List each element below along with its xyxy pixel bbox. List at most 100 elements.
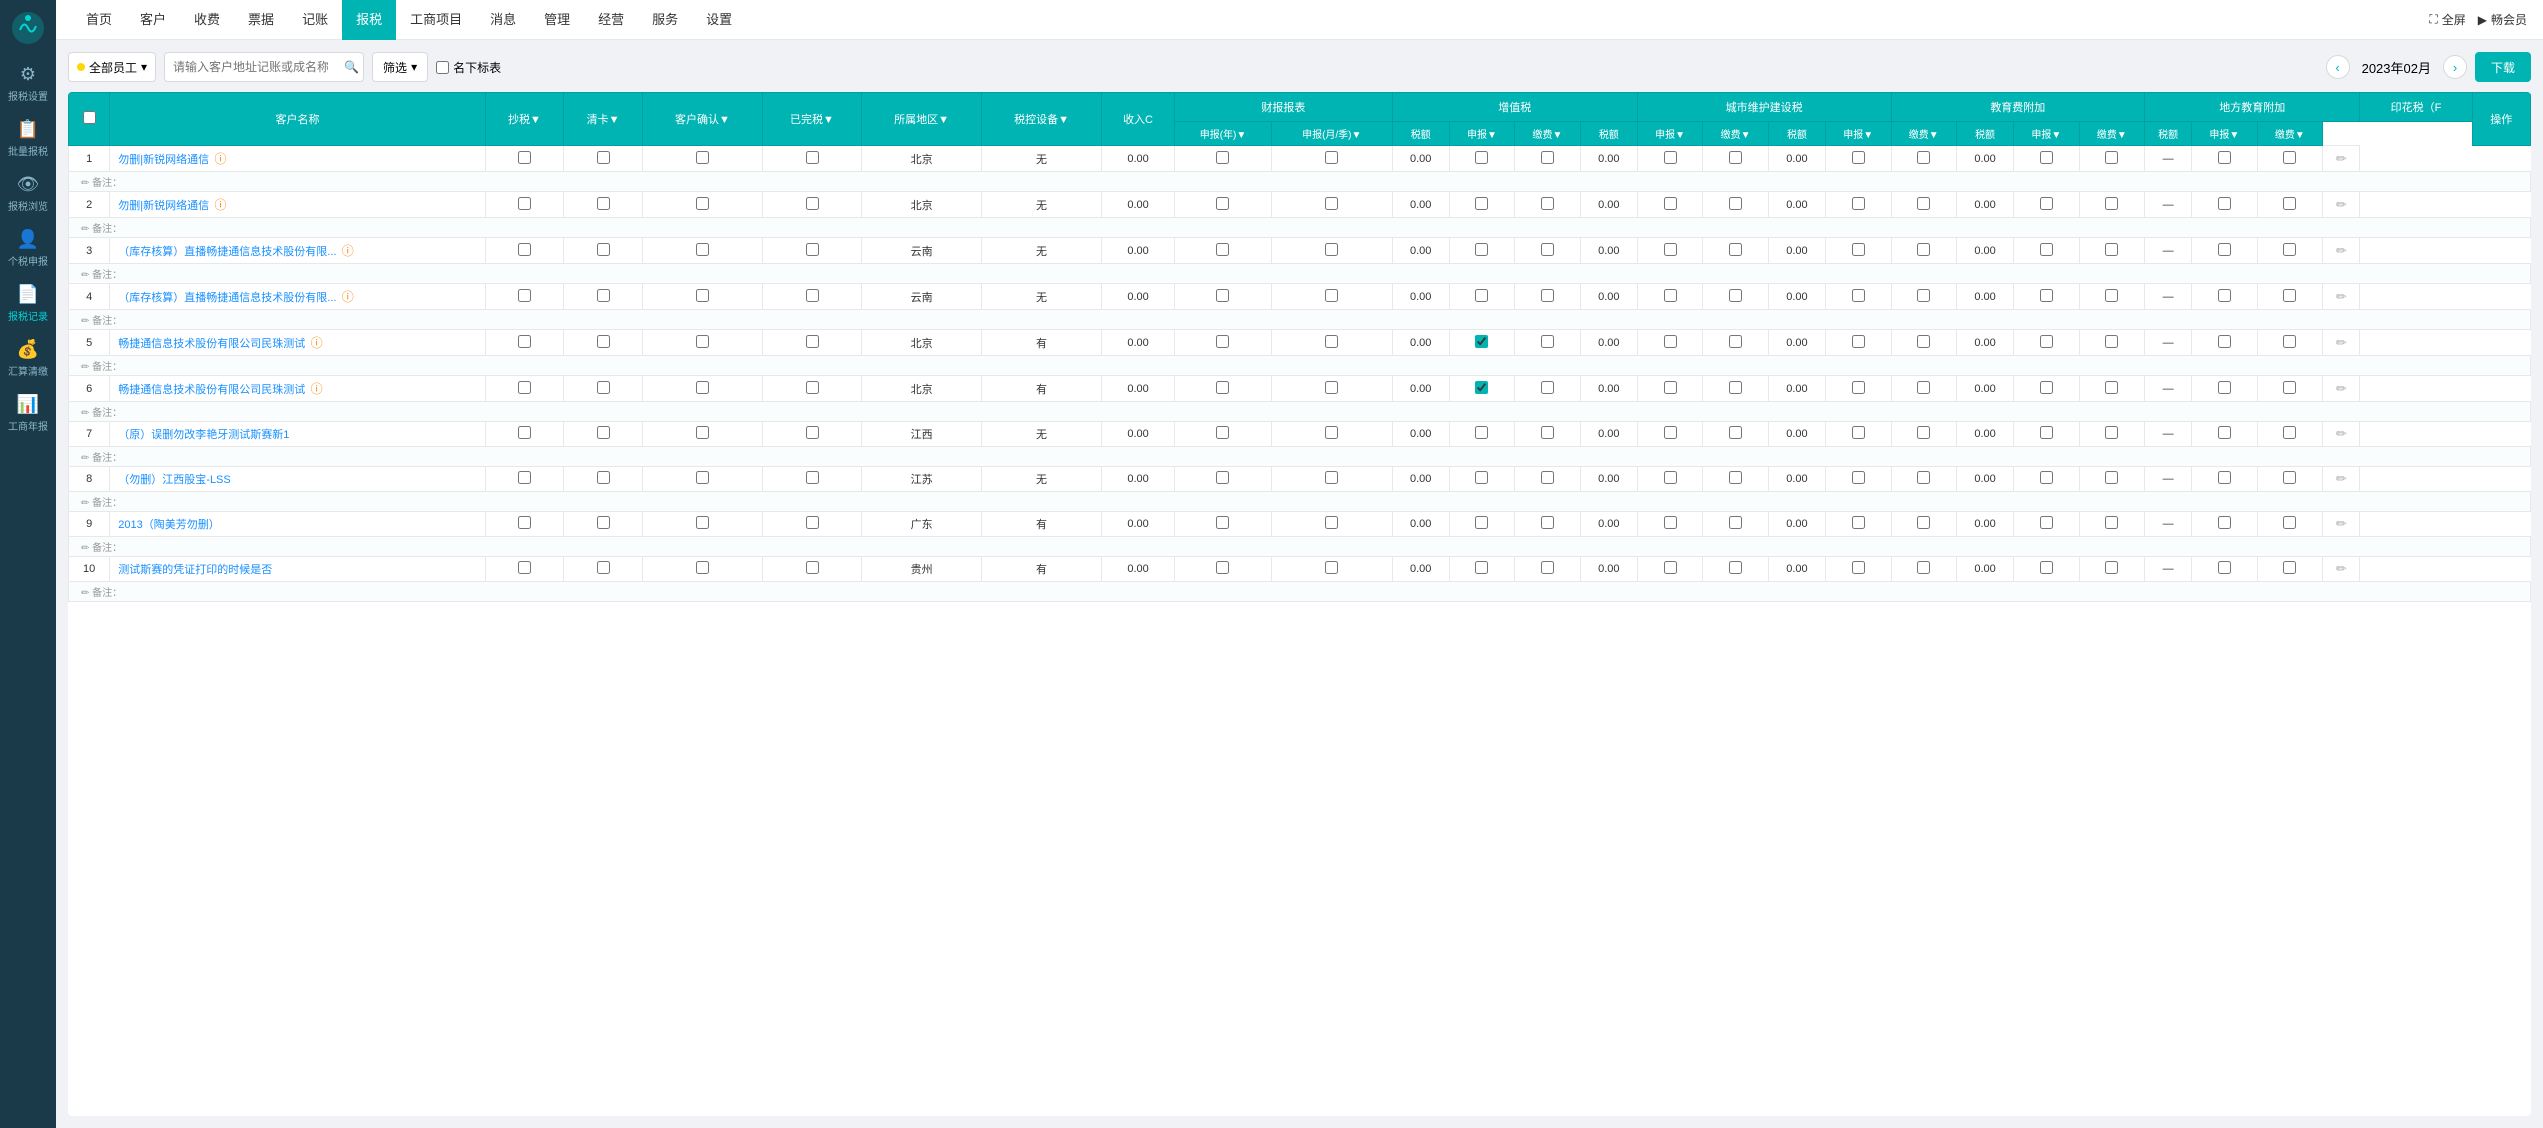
copy-tax-cb-input[interactable] <box>518 289 531 302</box>
vat-declare-cb[interactable] <box>1449 146 1515 172</box>
operation-cell[interactable]: ✏ <box>2323 146 2360 172</box>
paid-tax-cb-input[interactable] <box>806 426 819 439</box>
local-edu-declare-cb[interactable] <box>2014 238 2080 264</box>
stamp-pay-cb[interactable] <box>2257 238 2323 264</box>
client-confirm-cb-input[interactable] <box>696 471 709 484</box>
clear-card-cb[interactable] <box>564 557 643 582</box>
paid-tax-cb[interactable] <box>762 192 861 218</box>
paid-tax-cb[interactable] <box>762 557 861 582</box>
th-edu-declare[interactable]: 申报▼ <box>1825 122 1891 146</box>
client-name[interactable]: 畅捷通信息技术股份有限公司民珠测试 ⓘ <box>110 330 485 356</box>
operation-cell[interactable]: ✏ <box>2323 422 2360 447</box>
nav-client[interactable]: 客户 <box>126 0 180 40</box>
paid-tax-cb[interactable] <box>762 376 861 402</box>
client-confirm-cb-input[interactable] <box>696 151 709 164</box>
th-monthly-report[interactable]: 申报(月/季)▼ <box>1271 122 1392 146</box>
monthly-report-cb[interactable] <box>1271 192 1392 218</box>
th-vat-declare[interactable]: 申报▼ <box>1449 122 1515 146</box>
edit-icon[interactable]: ✏ <box>2336 197 2347 212</box>
edu-declare-cb[interactable] <box>1825 330 1891 356</box>
copy-tax-cb[interactable] <box>485 512 564 537</box>
operation-cell[interactable]: ✏ <box>2323 376 2360 402</box>
clear-card-cb-input[interactable] <box>597 151 610 164</box>
monthly-report-cb[interactable] <box>1271 422 1392 447</box>
sidebar-item-tax-settings[interactable]: ⚙ 报税设置 <box>0 56 56 111</box>
edu-pay-cb[interactable] <box>1891 512 1957 537</box>
clear-card-cb[interactable] <box>564 330 643 356</box>
vat-declare-cb[interactable] <box>1449 330 1515 356</box>
nav-home[interactable]: 首页 <box>72 0 126 40</box>
clear-card-cb-input[interactable] <box>597 243 610 256</box>
annual-report-cb-input[interactable] <box>1216 289 1229 302</box>
paid-tax-cb[interactable] <box>762 146 861 172</box>
annual-report-cb-input[interactable] <box>1216 243 1229 256</box>
city-declare-cb[interactable] <box>1637 146 1703 172</box>
paid-tax-cb-input[interactable] <box>806 197 819 210</box>
clear-card-cb[interactable] <box>564 284 643 310</box>
monthly-report-cb[interactable] <box>1271 557 1392 582</box>
city-pay-cb[interactable] <box>1703 512 1769 537</box>
copy-tax-cb-input[interactable] <box>518 471 531 484</box>
stamp-declare-cb[interactable] <box>2192 192 2258 218</box>
city-declare-cb[interactable] <box>1637 192 1703 218</box>
th-annual-report[interactable]: 申报(年)▼ <box>1175 122 1272 146</box>
city-pay-cb[interactable] <box>1703 192 1769 218</box>
edu-pay-cb[interactable] <box>1891 557 1957 582</box>
copy-tax-cb-input[interactable] <box>518 381 531 394</box>
stamp-pay-cb[interactable] <box>2257 146 2323 172</box>
monthly-report-cb[interactable] <box>1271 467 1392 492</box>
remark-cell[interactable]: ✏ 备注： <box>69 310 2531 330</box>
monthly-report-cb-input[interactable] <box>1325 335 1338 348</box>
paid-tax-cb[interactable] <box>762 512 861 537</box>
annual-report-cb[interactable] <box>1175 512 1272 537</box>
vat-pay-cb[interactable] <box>1515 557 1581 582</box>
local-edu-declare-cb[interactable] <box>2014 330 2080 356</box>
paid-tax-cb[interactable] <box>762 238 861 264</box>
edit-icon[interactable]: ✏ <box>2336 151 2347 166</box>
annual-report-cb-input[interactable] <box>1216 426 1229 439</box>
local-edu-pay-cb[interactable] <box>2079 376 2145 402</box>
vip-button[interactable]: ▶ 畅会员 <box>2478 11 2527 28</box>
local-edu-pay-cb[interactable] <box>2079 238 2145 264</box>
client-confirm-cb-input[interactable] <box>696 197 709 210</box>
th-tax-device[interactable]: 税控设备▼ <box>982 93 1102 146</box>
checkbox-label-named[interactable]: 名下标表 <box>436 59 501 76</box>
th-clear-card[interactable]: 清卡▼ <box>564 93 643 146</box>
local-edu-pay-cb[interactable] <box>2079 512 2145 537</box>
vat-declare-cb[interactable] <box>1449 557 1515 582</box>
edit-icon[interactable]: ✏ <box>2336 516 2347 531</box>
edu-declare-cb[interactable] <box>1825 422 1891 447</box>
fullscreen-button[interactable]: ⛶ 全屏 <box>2429 11 2465 28</box>
vat-declare-cb[interactable] <box>1449 238 1515 264</box>
edit-icon[interactable]: ✏ <box>2336 561 2347 576</box>
copy-tax-cb-input[interactable] <box>518 151 531 164</box>
annual-report-cb-input[interactable] <box>1216 381 1229 394</box>
stamp-pay-cb[interactable] <box>2257 467 2323 492</box>
annual-report-cb-input[interactable] <box>1216 151 1229 164</box>
local-edu-pay-cb[interactable] <box>2079 467 2145 492</box>
operation-cell[interactable]: ✏ <box>2323 467 2360 492</box>
annual-report-cb[interactable] <box>1175 467 1272 492</box>
clear-card-cb[interactable] <box>564 512 643 537</box>
local-edu-pay-cb[interactable] <box>2079 192 2145 218</box>
annual-report-cb[interactable] <box>1175 146 1272 172</box>
copy-tax-cb[interactable] <box>485 422 564 447</box>
prev-date-button[interactable]: ‹ <box>2326 55 2350 79</box>
stamp-pay-cb[interactable] <box>2257 192 2323 218</box>
annual-report-cb[interactable] <box>1175 422 1272 447</box>
edit-icon[interactable]: ✏ <box>2336 381 2347 396</box>
clear-card-cb[interactable] <box>564 192 643 218</box>
sidebar-item-annual-report[interactable]: 📊 工商年报 <box>0 386 56 441</box>
select-all-checkbox[interactable] <box>83 111 96 124</box>
monthly-report-cb[interactable] <box>1271 146 1392 172</box>
annual-report-cb[interactable] <box>1175 238 1272 264</box>
stamp-pay-cb[interactable] <box>2257 422 2323 447</box>
clear-card-cb-input[interactable] <box>597 426 610 439</box>
sidebar-item-tax-record[interactable]: 📄 报税记录 <box>0 276 56 331</box>
remark-cell[interactable]: ✏ 备注： <box>69 356 2531 376</box>
paid-tax-cb[interactable] <box>762 330 861 356</box>
copy-tax-cb[interactable] <box>485 238 564 264</box>
monthly-report-cb-input[interactable] <box>1325 426 1338 439</box>
clear-card-cb-input[interactable] <box>597 197 610 210</box>
th-paid-tax[interactable]: 已完税▼ <box>762 93 861 146</box>
